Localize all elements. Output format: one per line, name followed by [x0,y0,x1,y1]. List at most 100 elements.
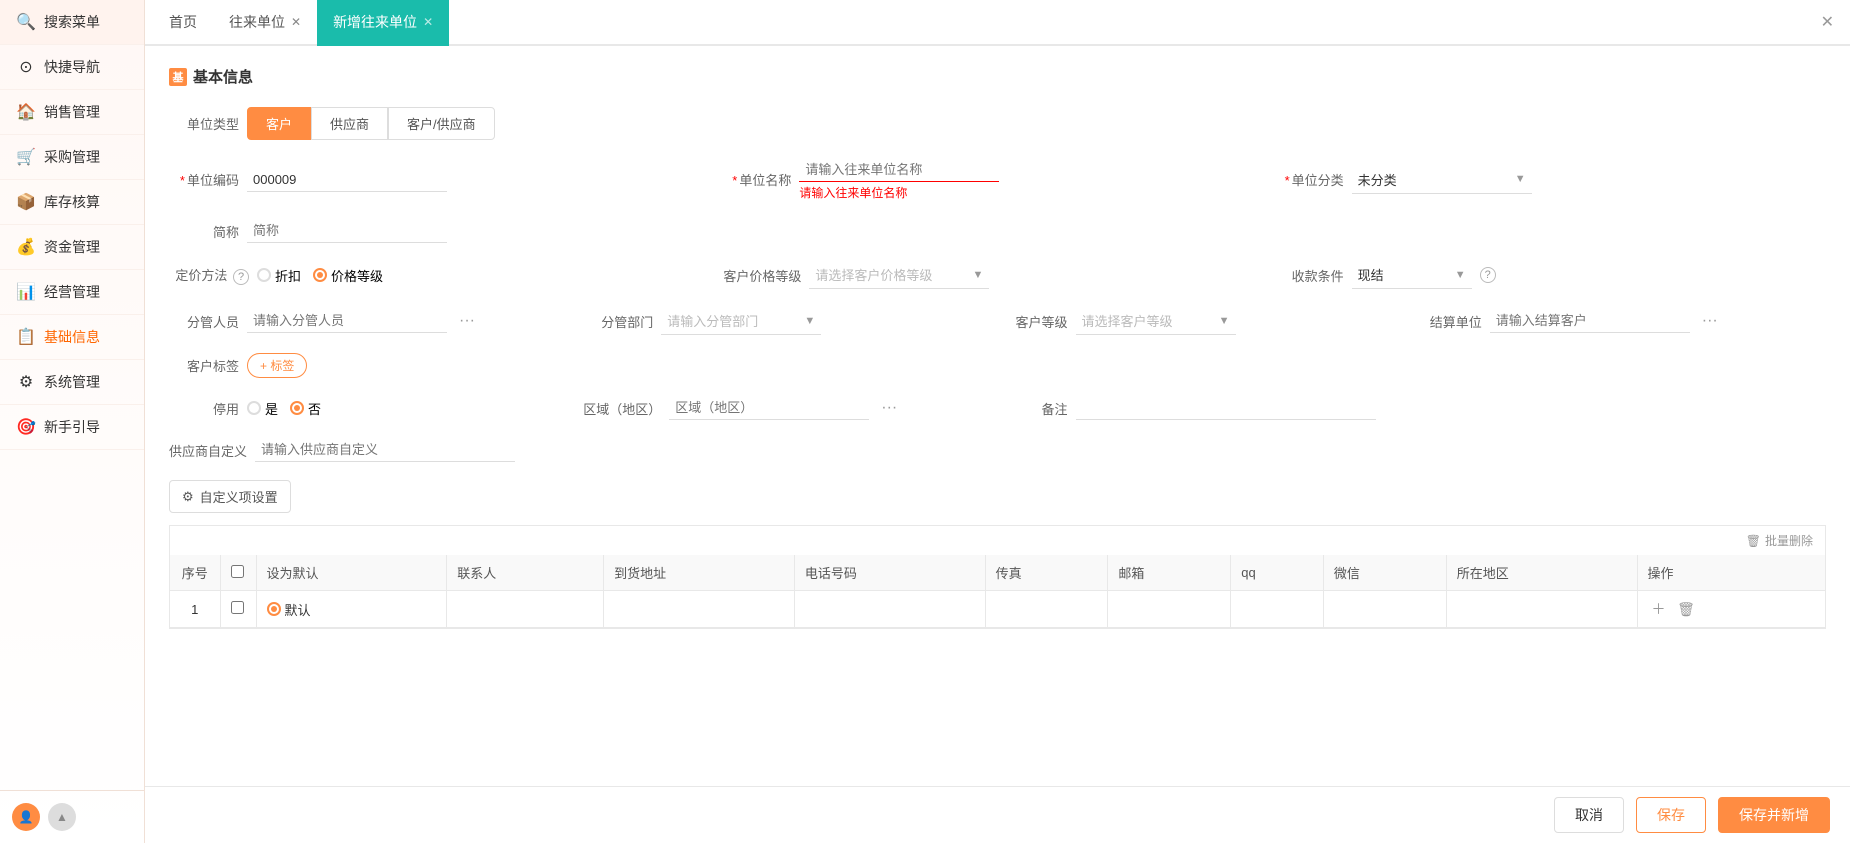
row-default-dot [271,606,277,612]
type-btn-customer[interactable]: 客户 [247,107,311,140]
sidebar-settings-btn[interactable]: ▲ [48,803,76,831]
short-name-input[interactable] [247,219,447,243]
radio-discount[interactable]: 折扣 [257,266,301,285]
tag-field: 客户标签 + 标签 [169,353,1826,378]
gear-icon: ⚙ [182,489,194,505]
radio-price-level[interactable]: 价格等级 [313,266,383,285]
sidebar-item-purchase[interactable]: 🛒 采购管理 [0,135,144,180]
pricing-row: 定价方法 ? 折扣 价格等级 [169,261,1826,289]
unit-name-label: *单位名称 [721,170,791,189]
supplier-custom-input[interactable] [255,438,515,462]
tab-partners[interactable]: 往来单位 ✕ [213,0,317,46]
cancel-button[interactable]: 取消 [1554,797,1624,833]
department-field: 分管部门 请输入分管部门 ▼ [583,307,997,335]
customer-price-level-select[interactable]: 请选择客户价格等级 ▼ [809,261,989,289]
short-name-field: 简称 [169,219,529,243]
batch-delete-btn[interactable]: 🗑 批量删除 [1746,532,1813,549]
radio-price-level-label: 价格等级 [331,266,383,285]
manager-field: 分管人员 ··· [169,309,583,333]
disabled-field: 停用 是 否 [169,399,583,418]
cell-fax [985,591,1108,628]
unit-code-input[interactable] [247,168,447,192]
col-phone: 电话号码 [794,555,985,591]
unit-code-label: *单位编码 [169,170,239,189]
sidebar-item-finance[interactable]: 💰 资金管理 [0,225,144,270]
unit-name-input[interactable] [799,158,999,182]
customer-level-field: 客户等级 请选择客户等级 ▼ [998,307,1412,335]
remark-field: 备注 [998,396,1827,420]
add-row-btn[interactable]: ＋ [1648,599,1670,619]
radio-no-circle [290,401,304,415]
remark-input[interactable] [1076,396,1376,420]
col-address: 到货地址 [604,555,795,591]
region-more-btn[interactable]: ··· [877,399,901,417]
cell-email [1108,591,1231,628]
radio-no[interactable]: 否 [290,399,321,418]
save-button[interactable]: 保存 [1636,797,1706,833]
sidebar-item-system[interactable]: ⚙ 系统管理 [0,360,144,405]
finance-icon: 💰 [16,237,36,257]
sidebar-item-label: 新手引导 [44,417,100,437]
radio-price-level-circle [313,268,327,282]
tab-home[interactable]: 首页 [153,0,213,46]
custom-settings-btn[interactable]: ⚙ 自定义项设置 [169,480,291,513]
add-tag-btn[interactable]: + 标签 [247,353,307,378]
tab-partners-close[interactable]: ✕ [291,15,301,29]
unit-basic-row: *单位编码 *单位名称 请输入往来单位名称 *单位分类 [169,158,1826,201]
payment-terms-help-icon[interactable]: ? [1480,267,1496,283]
department-select[interactable]: 请输入分管部门 ▼ [661,307,821,335]
sidebar-bottom: 👤 ▲ [0,790,144,843]
unit-category-select[interactable]: 未分类 ▼ [1352,166,1532,194]
disabled-radio-group: 是 否 [247,399,321,418]
sidebar-item-operations[interactable]: 📊 经营管理 [0,270,144,315]
row-default-radio[interactable]: 默认 [267,600,437,619]
manager-label: 分管人员 [169,312,239,331]
type-btn-both[interactable]: 客户/供应商 [388,107,495,140]
chevron-down-icon: ▼ [1219,315,1230,327]
sidebar-item-label: 搜索菜单 [44,12,100,32]
settlement-unit-more-btn[interactable]: ··· [1698,312,1722,330]
sidebar-avatar-btn[interactable]: 👤 [12,803,40,831]
sidebar-item-basic[interactable]: 📋 基础信息 [0,315,144,360]
sidebar-item-inventory[interactable]: 📦 库存核算 [0,180,144,225]
select-all-checkbox[interactable] [231,565,244,578]
settlement-unit-field: 结算单位 ··· [1412,309,1826,333]
tag-label: 客户标签 [169,356,239,375]
radio-no-dot [294,405,300,411]
manager-input[interactable] [247,309,447,333]
unit-type-row: 单位类型 客户 供应商 客户/供应商 [169,107,1826,140]
payment-terms-select[interactable]: 现结 ▼ [1352,261,1472,289]
tab-new-partner-close[interactable]: ✕ [423,15,433,29]
delete-row-btn[interactable]: 🗑 [1673,599,1699,619]
sidebar-item-sales[interactable]: 🏠 销售管理 [0,90,144,135]
row-checkbox[interactable] [231,601,244,614]
col-fax: 传真 [985,555,1108,591]
type-btn-supplier[interactable]: 供应商 [311,107,388,140]
manager-more-btn[interactable]: ··· [455,312,479,330]
customer-level-select[interactable]: 请选择客户等级 ▼ [1076,307,1236,335]
contact-table-section: 🗑 批量删除 序号 设为默认 联系人 到货地址 电话号码 传真 邮箱 qq [169,525,1826,629]
disabled-label: 停用 [169,399,239,418]
col-email: 邮箱 [1108,555,1231,591]
sidebar-item-label: 销售管理 [44,102,100,122]
save-and-new-button[interactable]: 保存并新增 [1718,797,1830,833]
radio-no-label: 否 [308,399,321,418]
col-default: 设为默认 [256,555,447,591]
settlement-unit-input[interactable] [1490,309,1690,333]
region-input[interactable] [669,396,869,420]
payment-terms-value: 现结 [1358,265,1384,284]
operations-icon: 📊 [16,282,36,302]
sidebar-item-quicknav[interactable]: ⊙ 快捷导航 [0,45,144,90]
sidebar-item-guide[interactable]: 🎯 新手引导 [0,405,144,450]
tab-partners-label: 往来单位 [229,12,285,32]
unit-category-field: *单位分类 未分类 ▼ [1274,166,1826,194]
department-label: 分管部门 [583,312,653,331]
close-all-tabs-btn[interactable]: ✕ [1813,12,1842,32]
pricing-help-icon[interactable]: ? [233,269,249,285]
radio-yes[interactable]: 是 [247,399,278,418]
sidebar-item-search[interactable]: 🔍 搜索菜单 [0,0,144,45]
main-content: 首页 往来单位 ✕ 新增往来单位 ✕ ✕ 基 基本信息 单位类型 客户 供应商 … [145,0,1850,843]
tab-new-partner[interactable]: 新增往来单位 ✕ [317,0,449,46]
unit-type-field: 单位类型 客户 供应商 客户/供应商 [169,107,1826,140]
unit-name-wrapper: 请输入往来单位名称 [799,158,999,201]
